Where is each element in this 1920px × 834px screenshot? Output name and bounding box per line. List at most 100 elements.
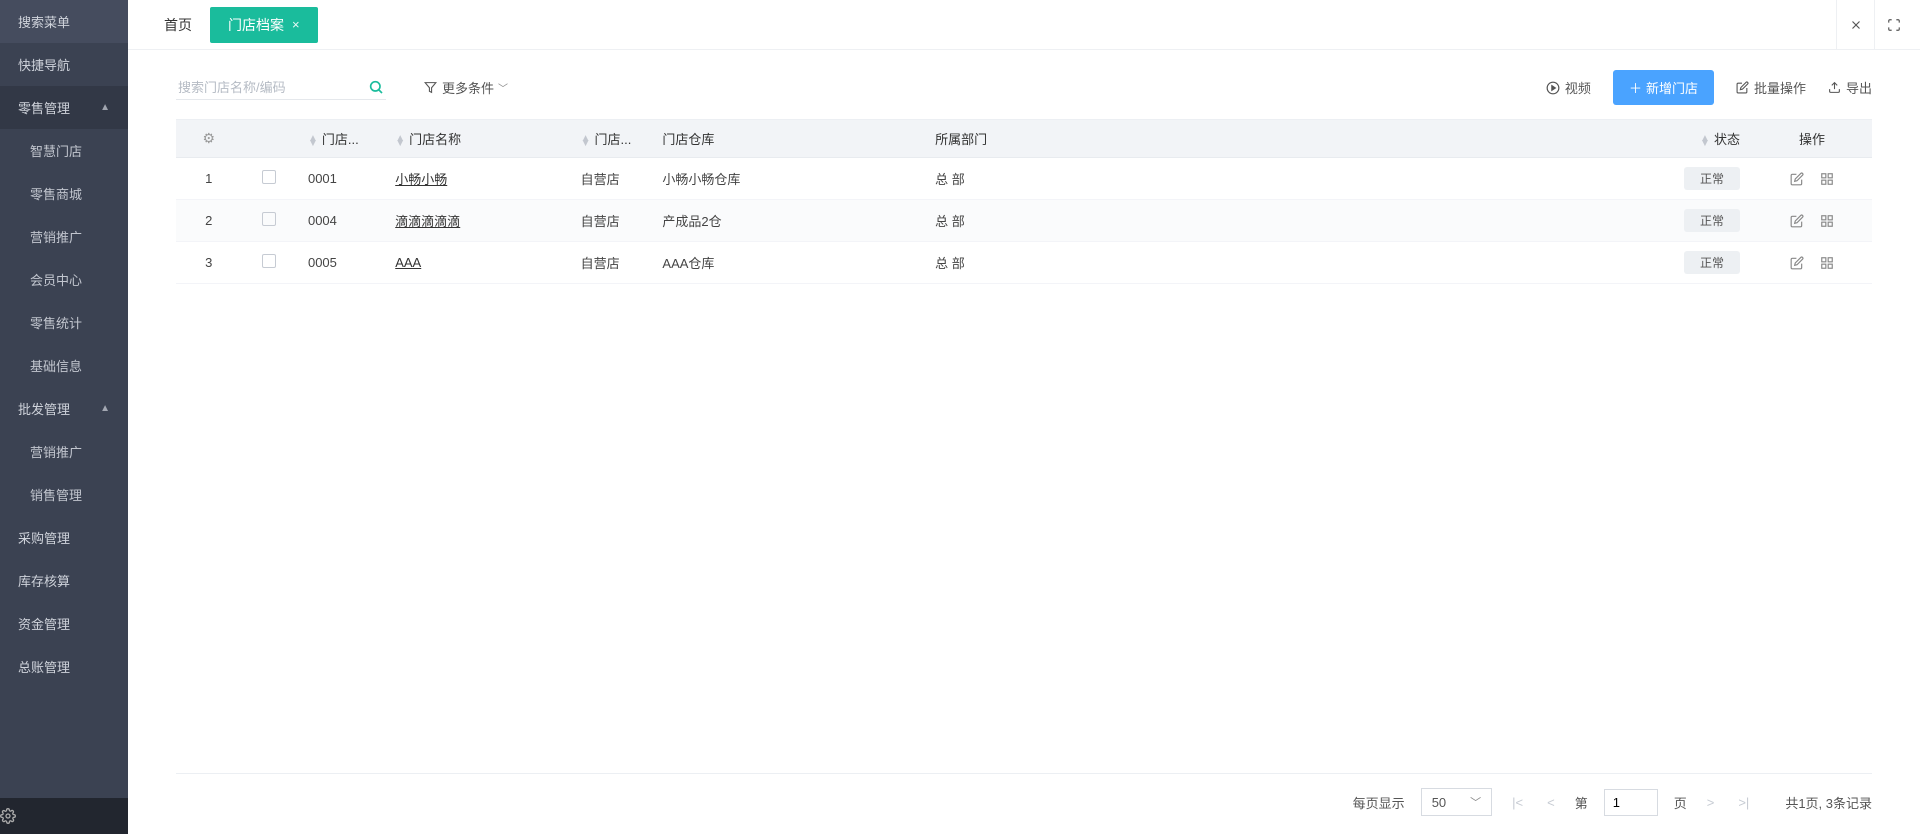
th-status[interactable]: ▲▼状态 <box>1447 120 1752 158</box>
th-warehouse: 门店仓库 <box>650 120 923 158</box>
page-last-button[interactable]: >| <box>1734 795 1753 810</box>
sidebar-item-basic-info[interactable]: 基础信息 <box>0 344 128 387</box>
sidebar-item-fund-mgmt[interactable]: 资金管理 <box>0 602 128 645</box>
cell-warehouse: 产成品2仓 <box>650 200 923 242</box>
cell-code: 0004 <box>296 200 383 242</box>
sort-icon: ▲▼ <box>395 136 405 146</box>
sidebar-item-quick-nav[interactable]: 快捷导航 <box>0 43 128 86</box>
status-badge: 正常 <box>1684 167 1740 190</box>
add-store-button[interactable]: ＋ 新增门店 <box>1613 70 1714 105</box>
row-more-button[interactable] <box>1820 172 1834 186</box>
batch-ops-button[interactable]: 批量操作 <box>1736 78 1806 97</box>
per-page-select[interactable]: 50 ﹀ <box>1421 788 1492 816</box>
page-suffix-label: 页 <box>1674 793 1687 812</box>
sort-icon: ▲▼ <box>1700 136 1710 146</box>
page-next-button[interactable]: > <box>1703 795 1719 810</box>
table-row: 1 0001 小畅小畅 自营店小畅小畅仓库总 部 正常 <box>176 158 1872 200</box>
gear-icon <box>0 808 128 824</box>
play-circle-icon <box>1546 81 1560 95</box>
tabs-close-all-button[interactable] <box>1836 0 1874 50</box>
sidebar-item-retail-mgmt[interactable]: 零售管理▲ <box>0 86 128 129</box>
sidebar-settings[interactable] <box>0 798 128 834</box>
row-index: 2 <box>176 200 241 242</box>
sidebar-item-search-menu[interactable]: 搜索菜单 <box>0 0 128 43</box>
sidebar-item-retail-mall[interactable]: 零售商城 <box>0 172 128 215</box>
cell-warehouse: AAA仓库 <box>650 242 923 284</box>
cell-code: 0005 <box>296 242 383 284</box>
store-table: ⚙ ▲▼门店... ▲▼门店名称 ▲▼门店... 门店仓库 所属部门 ▲▼状态 … <box>176 119 1872 284</box>
tabs-bar: 首页 门店档案 × <box>128 0 1920 50</box>
row-checkbox[interactable] <box>262 254 276 268</box>
status-badge: 正常 <box>1684 209 1740 232</box>
cell-code: 0001 <box>296 158 383 200</box>
sidebar-item-inventory-acct[interactable]: 库存核算 <box>0 559 128 602</box>
th-code[interactable]: ▲▼门店... <box>296 120 383 158</box>
sidebar-item-member-center[interactable]: 会员中心 <box>0 258 128 301</box>
store-name-link[interactable]: AAA <box>395 255 421 270</box>
store-name-link[interactable]: 滴滴滴滴滴 <box>395 214 460 229</box>
cell-dept: 总 部 <box>923 242 1447 284</box>
row-more-button[interactable] <box>1820 214 1834 228</box>
page-first-button[interactable]: |< <box>1508 795 1527 810</box>
search-wrap <box>176 75 386 100</box>
filter-icon <box>424 81 437 94</box>
sidebar-item-sales-mgmt[interactable]: 销售管理 <box>0 473 128 516</box>
row-more-button[interactable] <box>1820 256 1834 270</box>
row-checkbox[interactable] <box>262 170 276 184</box>
chevron-down-icon: ﹀ <box>498 80 508 95</box>
table-row: 2 0004 滴滴滴滴滴 自营店产成品2仓总 部 正常 <box>176 200 1872 242</box>
video-button[interactable]: 视频 <box>1546 78 1591 97</box>
row-checkbox[interactable] <box>262 212 276 226</box>
caret-up-icon: ▲ <box>100 403 110 414</box>
sidebar-item-ledger-mgmt[interactable]: 总账管理 <box>0 645 128 688</box>
cell-type: 自营店 <box>569 242 651 284</box>
th-ops: 操作 <box>1752 120 1872 158</box>
table-settings-icon[interactable]: ⚙ <box>202 130 215 146</box>
search-input[interactable] <box>178 80 360 95</box>
export-button[interactable]: 导出 <box>1828 78 1872 97</box>
search-icon[interactable] <box>368 79 384 95</box>
sidebar-item-marketing-wholesale[interactable]: 营销推广 <box>0 430 128 473</box>
fullscreen-button[interactable] <box>1874 0 1912 50</box>
page-summary: 共1页, 3条记录 <box>1785 793 1872 812</box>
sidebar-item-wholesale-mgmt[interactable]: 批发管理▲ <box>0 387 128 430</box>
sidebar: 搜索菜单 快捷导航 零售管理▲ 智慧门店 零售商城 营销推广 会员中心 零售统计… <box>0 0 128 834</box>
store-name-link[interactable]: 小畅小畅 <box>395 172 447 187</box>
more-conditions-button[interactable]: 更多条件 ﹀ <box>424 78 508 97</box>
row-index: 3 <box>176 242 241 284</box>
sidebar-item-smart-store[interactable]: 智慧门店 <box>0 129 128 172</box>
cell-dept: 总 部 <box>923 200 1447 242</box>
th-type[interactable]: ▲▼门店... <box>569 120 651 158</box>
cell-type: 自营店 <box>569 158 651 200</box>
chevron-down-icon: ﹀ <box>1470 794 1481 810</box>
toolbar: 更多条件 ﹀ 视频 ＋ 新增门店 批量操作 <box>176 70 1872 105</box>
table-row: 3 0005 AAA 自营店AAA仓库总 部 正常 <box>176 242 1872 284</box>
tab-home[interactable]: 首页 <box>146 7 210 43</box>
sort-icon: ▲▼ <box>308 136 318 146</box>
export-icon <box>1828 81 1841 94</box>
per-page-label: 每页显示 <box>1353 793 1405 812</box>
row-index: 1 <box>176 158 241 200</box>
close-icon[interactable]: × <box>292 17 300 32</box>
sidebar-item-marketing-retail[interactable]: 营销推广 <box>0 215 128 258</box>
th-name[interactable]: ▲▼门店名称 <box>383 120 568 158</box>
cell-warehouse: 小畅小畅仓库 <box>650 158 923 200</box>
page-input[interactable] <box>1604 789 1658 816</box>
sort-icon: ▲▼ <box>581 136 591 146</box>
pagination: 每页显示 50 ﹀ |< < 第 页 > >| 共1页, 3条记录 <box>176 773 1872 816</box>
page-prev-button[interactable]: < <box>1543 795 1559 810</box>
caret-up-icon: ▲ <box>100 102 110 113</box>
status-badge: 正常 <box>1684 251 1740 274</box>
tab-store-archive[interactable]: 门店档案 × <box>210 7 318 43</box>
plus-icon: ＋ <box>1629 78 1642 97</box>
sidebar-item-purchase-mgmt[interactable]: 采购管理 <box>0 516 128 559</box>
row-edit-button[interactable] <box>1790 256 1804 270</box>
row-edit-button[interactable] <box>1790 172 1804 186</box>
th-dept: 所属部门 <box>923 120 1447 158</box>
page-prefix-label: 第 <box>1575 793 1588 812</box>
edit-icon <box>1736 81 1749 94</box>
cell-type: 自营店 <box>569 200 651 242</box>
cell-dept: 总 部 <box>923 158 1447 200</box>
row-edit-button[interactable] <box>1790 214 1804 228</box>
sidebar-item-retail-stats[interactable]: 零售统计 <box>0 301 128 344</box>
